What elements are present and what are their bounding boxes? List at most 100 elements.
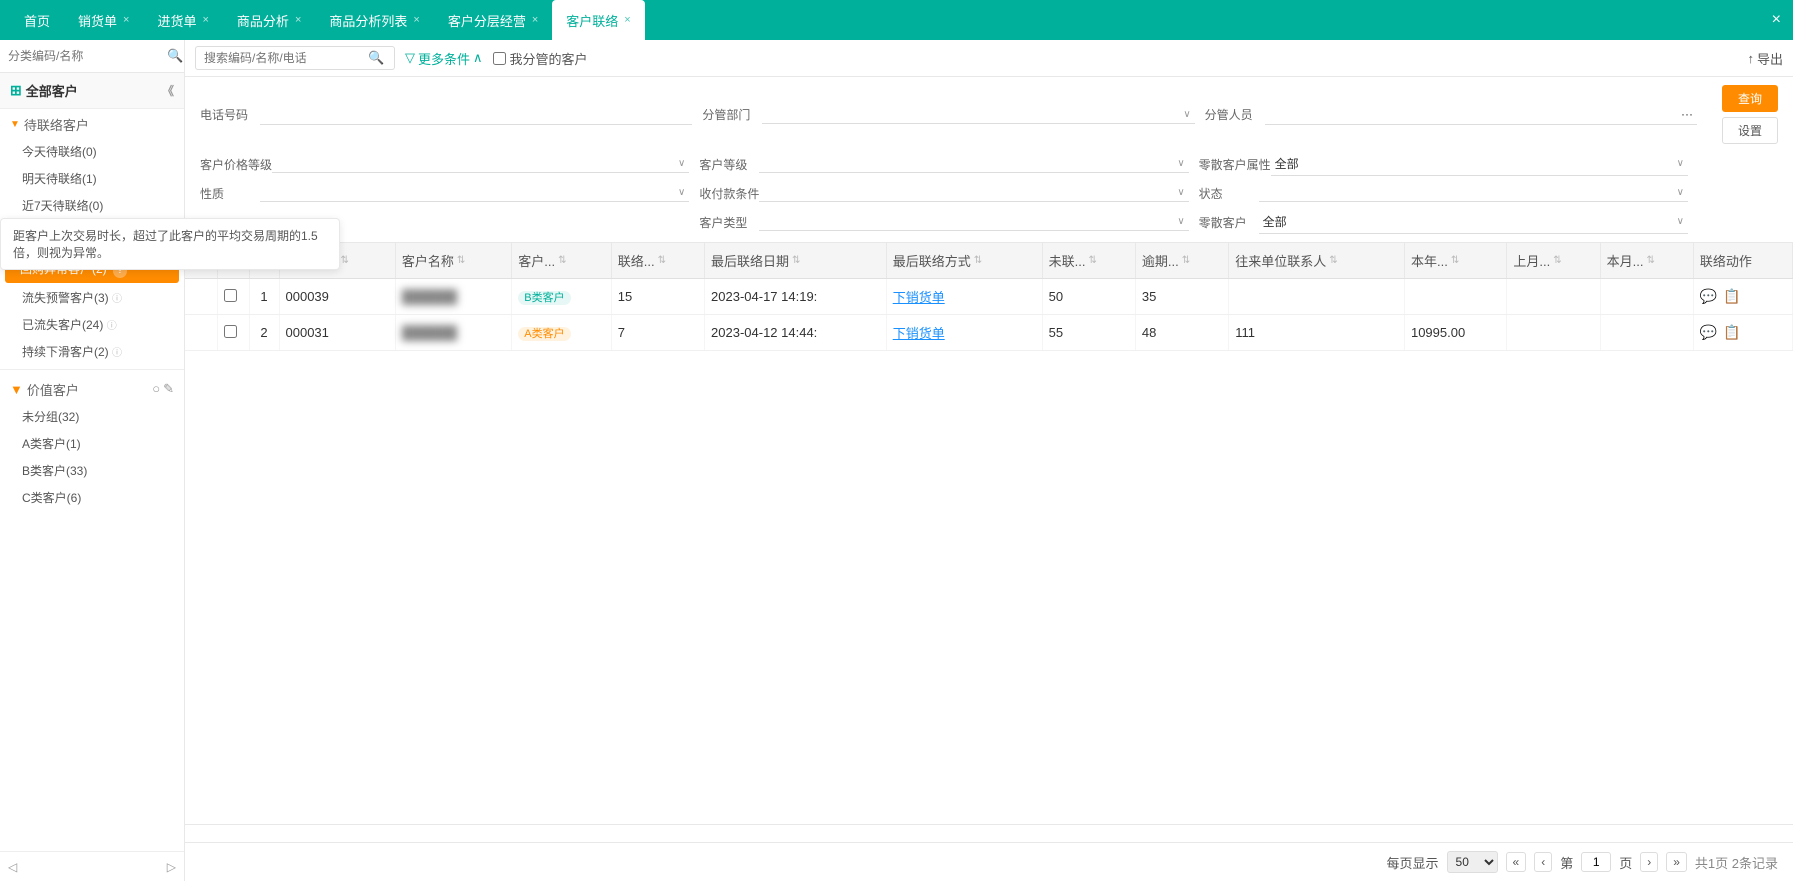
row1-name: ██████ [395,279,511,315]
more-filter-button[interactable]: ▽ 更多条件 ∧ [405,49,483,68]
zero-attr-select[interactable]: 全部 ∨ [1271,152,1688,176]
pending-contact-group: ▼ 待联络客户 [0,109,184,138]
sidebar-bottom: ◁ ▷ [0,851,184,881]
value-arrow-icon: ▼ [10,382,23,397]
person-select[interactable]: ··· [1265,104,1697,125]
sidebar-item-tomorrow[interactable]: 明天待联络(1) [0,165,184,192]
row1-select-checkbox[interactable] [224,289,237,302]
export-button[interactable]: ↑ 导出 [1747,49,1783,68]
row2-contact-person: 111 [1229,315,1405,351]
nav-item-customer-contact[interactable]: 客户联络 × [552,0,644,40]
customer-level-select[interactable]: ∨ [759,155,1188,173]
sidebar-item-churned[interactable]: 已流失客户(24) ⓘ [0,311,184,338]
close-segment-icon[interactable]: × [532,14,538,26]
per-page-select[interactable]: 50 100 200 [1447,851,1498,873]
th-last-month[interactable]: 上月...⇅ [1507,243,1600,279]
sidebar-item-churn-warning[interactable]: 流失预警客户(3) ⓘ [0,284,184,311]
last-page-button[interactable]: » [1666,852,1687,872]
row1-action: 💬 📋 [1693,279,1792,315]
customer-type-select[interactable]: ∨ [759,213,1188,231]
sidebar-item-ungrouped[interactable]: 未分组(32) [0,403,184,430]
nav-item-home[interactable]: 首页 [10,0,64,40]
value-customer-group: ▼ 价值客户 ○ ✎ [0,374,184,403]
nav-item-customer-segment[interactable]: 客户分层经营 × [434,0,552,40]
zero-customer-select[interactable]: 全部 ∨ [1259,210,1688,234]
payment-chevron-icon: ∨ [1177,187,1184,198]
page-number-input[interactable] [1581,852,1611,872]
payment-select[interactable]: ∨ [759,184,1188,202]
price-level-select[interactable]: ∨ [272,155,689,173]
all-customers-label: 全部客户 [26,81,78,100]
row1-chat-icon[interactable]: 💬 [1700,288,1717,305]
person-dots[interactable]: ··· [1681,107,1693,121]
sidebar-item-class-a[interactable]: A类客户(1) [0,430,184,457]
row1-checkbox [217,279,249,315]
row2-category: A类客户 [512,315,612,351]
row2-chat-icon[interactable]: 💬 [1700,324,1717,341]
edit-icon[interactable]: ○ [152,381,160,397]
export-icon: ↑ [1747,51,1754,66]
sidebar-search-icon[interactable]: 🔍 [167,48,183,64]
my-customer-checkbox[interactable] [493,52,506,65]
sidebar-divider-2 [0,369,184,370]
sidebar-item-class-c[interactable]: C类客户(6) [0,484,184,511]
payment-label: 收付款条件 [699,185,759,202]
row1-index: 1 [249,279,279,315]
nav-item-product-list[interactable]: 商品分析列表 × [315,0,433,40]
close-contact-icon[interactable]: × [624,14,630,26]
sidebar-item-7days[interactable]: 近7天待联络(0) [0,192,184,219]
sidebar-item-today[interactable]: 今天待联络(0) [0,138,184,165]
close-product-icon[interactable]: × [295,14,301,26]
filter-bar: 🔍 ▽ 更多条件 ∧ 我分管的客户 ↑ 导出 [185,40,1793,77]
gender-select[interactable]: ∨ [260,184,689,202]
nav-item-product-analysis[interactable]: 商品分析 × [223,0,315,40]
close-list-icon[interactable]: × [413,14,419,26]
th-this-year[interactable]: 本年...⇅ [1404,243,1506,279]
next-page-button[interactable]: › [1640,852,1658,872]
settings-button[interactable]: 设置 [1722,117,1778,144]
th-name[interactable]: 客户名称⇅ [395,243,511,279]
sort-year-icon: ⇅ [1451,255,1459,266]
th-last-method[interactable]: 最后联络方式⇅ [886,243,1042,279]
prev-page-button[interactable]: ‹ [1534,852,1552,872]
sidebar-item-declining[interactable]: 持续下滑客户(2) ⓘ [0,338,184,365]
dept-select[interactable]: ∨ [762,106,1194,124]
first-page-button[interactable]: « [1506,852,1527,872]
row1-last-month [1507,279,1600,315]
th-contact[interactable]: 联络...⇅ [611,243,704,279]
window-close-button[interactable]: × [1772,11,1781,29]
th-last-date[interactable]: 最后联络日期⇅ [705,243,887,279]
gender-label: 性质 [200,185,260,202]
row1-last-date: 2023-04-17 14:19: [705,279,887,315]
row2-index: 2 [249,315,279,351]
row2-select-checkbox[interactable] [224,325,237,338]
main-search-input[interactable] [204,51,364,65]
sidebar-scroll-left[interactable]: ◁ [8,860,17,874]
query-button[interactable]: 查询 [1722,85,1778,112]
settings-small-icon[interactable]: ✎ [163,381,174,397]
row1-contact: 15 [611,279,704,315]
arrow-icon: ▼ [10,119,20,130]
horizontal-scrollbar[interactable] [185,824,1793,842]
status-select[interactable]: ∨ [1259,184,1688,202]
gender-field: 性质 ∨ [200,184,689,202]
phone-input[interactable] [260,104,692,125]
row1-not-contact: 50 [1042,279,1135,315]
close-sales-icon[interactable]: × [123,14,129,26]
th-category[interactable]: 客户...⇅ [512,243,612,279]
close-purchase-icon[interactable]: × [202,14,208,26]
row1-phone-icon[interactable]: 📋 [1723,288,1740,305]
th-not-contact[interactable]: 未联...⇅ [1042,243,1135,279]
th-this-month[interactable]: 本月...⇅ [1600,243,1693,279]
nav-item-sales[interactable]: 销货单 × [64,0,143,40]
th-overdue[interactable]: 逾期...⇅ [1135,243,1228,279]
main-search-icon[interactable]: 🔍 [368,50,384,66]
sidebar-search-input[interactable] [8,49,163,63]
row2-phone-icon[interactable]: 📋 [1723,324,1740,341]
sidebar-collapse-button[interactable]: 《 [162,82,174,99]
th-contacts-person[interactable]: 往来单位联系人⇅ [1229,243,1405,279]
my-customer-label: 我分管的客户 [510,49,588,68]
sidebar-item-class-b[interactable]: B类客户(33) [0,457,184,484]
nav-item-purchase[interactable]: 进货单 × [143,0,222,40]
sidebar-scroll-right[interactable]: ▷ [167,860,176,874]
